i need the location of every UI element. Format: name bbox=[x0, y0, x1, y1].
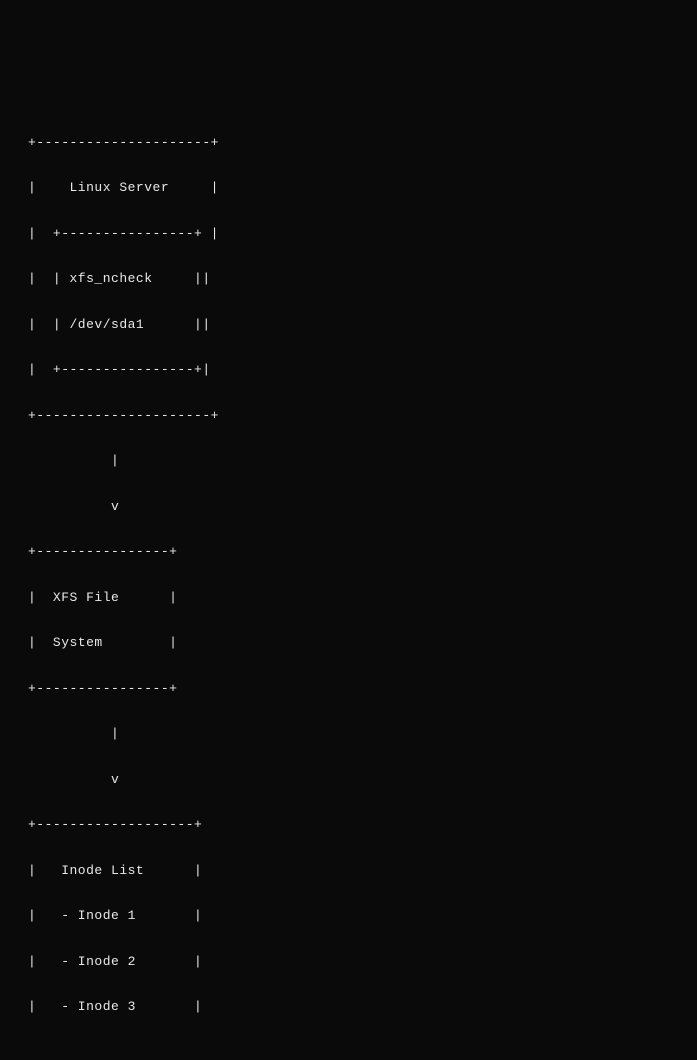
inode-item: | - Inode 1 | bbox=[28, 905, 669, 928]
system-label: | System | bbox=[28, 632, 669, 655]
box-border: +----------------+ bbox=[28, 678, 669, 701]
arrow-head: v bbox=[28, 496, 669, 519]
arrow-head: v bbox=[28, 769, 669, 792]
inner-box-border: | +----------------+ | bbox=[28, 223, 669, 246]
inode-list-label: | Inode List | bbox=[28, 860, 669, 883]
box-border: +-------------------+ bbox=[28, 814, 669, 837]
inode-item: | - Inode 3 | bbox=[28, 996, 669, 1019]
xfs-file-label: | XFS File | bbox=[28, 587, 669, 610]
linux-server-label: | Linux Server | bbox=[28, 177, 669, 200]
inner-box-border: | +----------------+| bbox=[28, 359, 669, 382]
command-line: | | xfs_ncheck || bbox=[28, 268, 669, 291]
box-border: +----------------+ bbox=[28, 541, 669, 564]
arrow-stem: | bbox=[28, 450, 669, 473]
inode-item: | - Inode 2 | bbox=[28, 951, 669, 974]
device-line: | | /dev/sda1 || bbox=[28, 314, 669, 337]
box-border: +---------------------+ bbox=[28, 132, 669, 155]
box-border: +---------------------+ bbox=[28, 405, 669, 428]
arrow-stem: | bbox=[28, 723, 669, 746]
ascii-diagram: +---------------------+ | Linux Server |… bbox=[28, 109, 669, 1042]
